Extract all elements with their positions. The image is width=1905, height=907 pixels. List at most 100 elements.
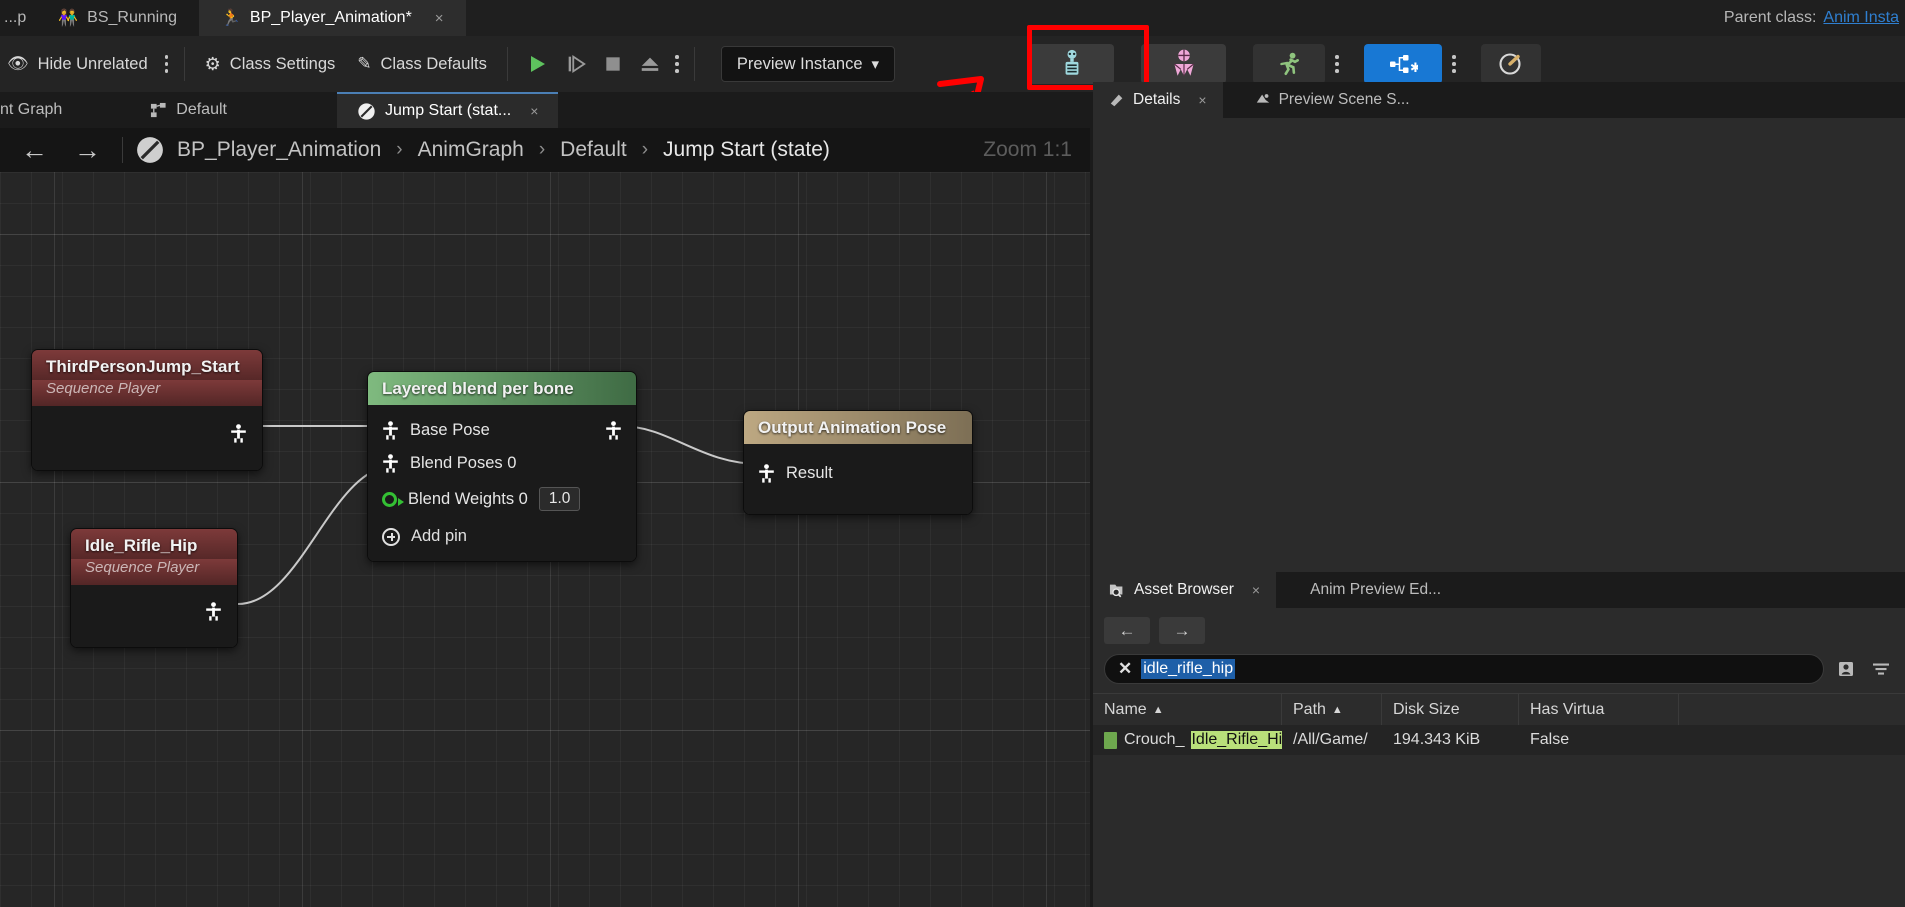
class-defaults-button[interactable]: ✎ Class Defaults [346, 44, 498, 84]
animation-asset-icon [1104, 731, 1117, 749]
breadcrumb-item-3[interactable]: Jump Start (state) [659, 138, 834, 162]
chevron-down-icon: ▾ [871, 56, 880, 73]
parent-class-label: Parent class: [1723, 9, 1817, 26]
sort-ascending-icon: ▲ [1331, 703, 1343, 716]
state-icon [358, 102, 375, 120]
pin-row-result[interactable]: Result [744, 457, 972, 490]
gear-icon: ⚙ [204, 53, 221, 74]
plus-circle-icon [382, 527, 400, 546]
node-third-person-jump-start[interactable]: ThirdPersonJump_Start Sequence Player [31, 349, 263, 471]
pose-pin[interactable] [230, 424, 247, 443]
blueprint-mode-options-button[interactable] [1446, 44, 1462, 84]
cell-name: Crouch_ Idle_Rifle_Hi [1093, 725, 1283, 755]
node-output-animation-pose[interactable]: Output Animation Pose Result [743, 410, 973, 515]
tab-bs-running[interactable]: 👫 BS_Running [36, 0, 199, 36]
class-settings-label: Class Settings [229, 54, 336, 73]
pin-row-blend-poses-0[interactable]: Blend Poses 0 [368, 447, 636, 480]
blend-weight-value-input[interactable]: 1.0 [538, 487, 581, 511]
stop-button[interactable] [595, 44, 631, 84]
pose-pin[interactable] [382, 421, 399, 440]
blueprint-mode-button[interactable]: ✱ [1364, 44, 1443, 84]
node-body: Base Pose Blend Poses 0 Blend Weights 0 … [368, 405, 636, 561]
cell-path: /All/Game/ [1282, 725, 1382, 755]
pin-label: Base Pose [410, 421, 490, 439]
skeleton-mode-button[interactable] [1029, 44, 1115, 84]
column-header-disk-size[interactable]: Disk Size [1382, 694, 1519, 725]
graph-tab-event-graph[interactable]: nt Graph [0, 92, 82, 128]
zoom-level-label: Zoom 1:1 [983, 138, 1072, 161]
tab-label: Anim Preview Ed... [1310, 581, 1442, 598]
pin-row-base-pose[interactable]: Base Pose [368, 414, 636, 447]
physics-mode-button[interactable] [1481, 44, 1542, 84]
pose-pin[interactable] [205, 602, 222, 621]
graph-tab-default[interactable]: Default [130, 92, 247, 128]
step-forward-icon [568, 54, 586, 74]
graph-tab-jump-start[interactable]: Jump Start (stat... × [336, 92, 559, 128]
eject-button[interactable] [631, 44, 669, 84]
breadcrumb-item-0[interactable]: BP_Player_Animation [173, 138, 385, 162]
filter-icon[interactable] [1868, 656, 1894, 682]
close-icon[interactable]: × [435, 10, 444, 27]
breadcrumb-item-2[interactable]: Default [556, 138, 631, 162]
tab-preview-scene-settings[interactable]: Preview Scene S... [1239, 82, 1426, 118]
pose-pin[interactable] [382, 454, 399, 473]
pin-label: Result [786, 464, 833, 482]
node-title: Idle_Rifle_Hip [85, 536, 198, 555]
cell-has-virtual: False [1519, 725, 1679, 755]
node-idle-rifle-hip[interactable]: Idle_Rifle_Hip Sequence Player [70, 528, 238, 648]
anim-blueprint-icon: 🏃 [221, 10, 241, 27]
skeletal-mesh-mode-button[interactable] [1141, 44, 1227, 84]
animation-mode-button[interactable] [1253, 44, 1326, 84]
column-header-path[interactable]: Path ▲ [1282, 694, 1382, 725]
tab-truncated[interactable]: ...p [0, 0, 37, 36]
hide-unrelated-options-button[interactable] [159, 44, 175, 84]
asset-browser-nav-row: ← → [1093, 608, 1905, 648]
tab-asset-browser[interactable]: Asset Browser × [1093, 572, 1277, 608]
preview-instance-dropdown[interactable]: Preview Instance ▾ [720, 46, 896, 82]
arrow-left-icon[interactable]: ← [8, 136, 61, 164]
play-icon [530, 56, 545, 72]
details-panel-body [1093, 118, 1905, 572]
playback-options-button[interactable] [669, 44, 685, 84]
column-header-has-virtual[interactable]: Has Virtua [1519, 694, 1679, 725]
anim-graph-canvas[interactable]: ThirdPersonJump_Start Sequence Player Id… [0, 172, 1090, 907]
nav-back-button[interactable]: ← [1104, 617, 1150, 644]
physics-mode-group [1481, 44, 1542, 84]
hide-unrelated-label: Hide Unrelated [37, 54, 148, 73]
asset-path: /All/Game/ [1293, 731, 1368, 748]
search-input[interactable]: ✕ idle_rifle_hip [1104, 654, 1824, 684]
tab-anim-preview-editor[interactable]: Anim Preview Ed... [1294, 572, 1457, 608]
pose-pin[interactable] [758, 464, 775, 483]
cell-disk-size: 194.343 KiB [1382, 725, 1519, 755]
animation-mode-options-button[interactable] [1329, 44, 1345, 84]
blendspace-icon: 👫 [58, 10, 79, 27]
pose-pin-output[interactable] [605, 421, 622, 440]
toolbar-divider [183, 47, 185, 81]
add-pin-button[interactable]: Add pin [368, 518, 636, 557]
parent-class-link[interactable]: Anim Insta [1823, 9, 1899, 27]
tab-bp-player-animation[interactable]: 🏃 BP_Player_Animation* × [199, 0, 466, 36]
class-settings-button[interactable]: ⚙ Class Settings [194, 44, 347, 84]
save-asset-icon[interactable] [1833, 656, 1859, 682]
arrow-right-icon[interactable]: → [61, 136, 114, 164]
column-header-name[interactable]: Name ▲ [1093, 694, 1282, 725]
node-layered-blend-per-bone[interactable]: Layered blend per bone Base Pose Blend P… [367, 371, 637, 562]
step-button[interactable] [557, 44, 595, 84]
hide-unrelated-button[interactable]: 👁 Hide Unrelated [0, 44, 159, 84]
tab-details[interactable]: Details × [1093, 82, 1223, 118]
pin-row-blend-weights-0[interactable]: Blend Weights 0 1.0 [368, 480, 636, 518]
breadcrumb-item-1[interactable]: AnimGraph [414, 138, 528, 162]
blueprint-mode-group: ✱ [1364, 44, 1462, 84]
nav-forward-button[interactable]: → [1159, 617, 1205, 644]
play-button[interactable] [517, 44, 557, 84]
node-title: Output Animation Pose [758, 418, 947, 437]
column-label: Path [1293, 700, 1326, 718]
close-icon[interactable]: × [530, 103, 538, 119]
clear-x-icon[interactable]: ✕ [1118, 659, 1132, 679]
close-icon[interactable]: × [1198, 92, 1206, 108]
table-row[interactable]: Crouch_ Idle_Rifle_Hi /All/Game/ 194.343 … [1093, 725, 1905, 755]
float-pin[interactable] [382, 491, 404, 507]
breadcrumb: ← → BP_Player_Animation › AnimGraph › De… [0, 128, 1090, 172]
close-icon[interactable]: × [1252, 582, 1260, 598]
breadcrumb-separator: › [538, 139, 546, 160]
